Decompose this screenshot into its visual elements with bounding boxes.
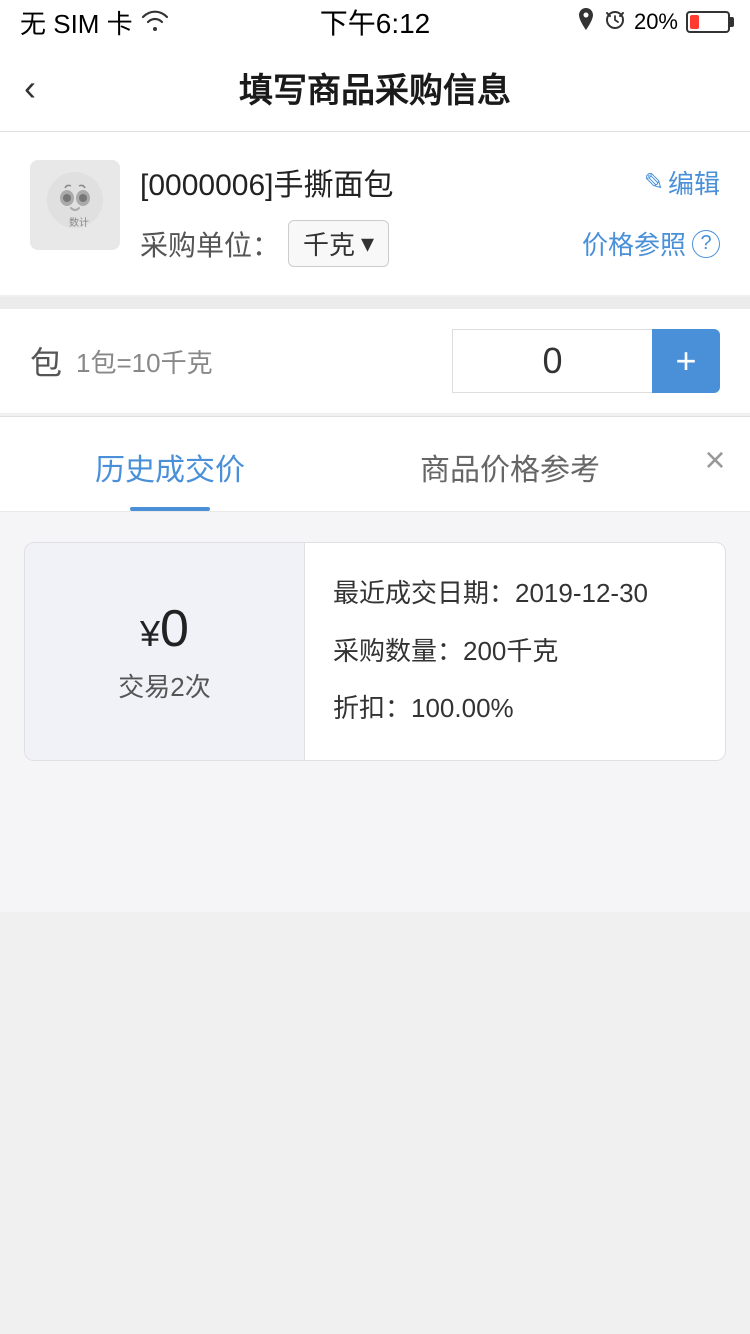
location-icon (576, 7, 596, 37)
tab-history-price[interactable]: 历史成交价 (0, 417, 340, 511)
product-thumb-icon: 数计 (45, 170, 105, 240)
price-value: 0 (160, 600, 189, 658)
discount-value: 100.00% (411, 693, 514, 723)
tab-row: 历史成交价 商品价格参考 × (0, 417, 750, 512)
quantity-plus-button[interactable]: + (652, 329, 720, 393)
product-full-name: [0000006]手撕面包 (140, 160, 393, 204)
carrier-text: 无 SIM 卡 (20, 4, 133, 41)
product-section: 数计 [0000006]手撕面包 ✎ 编辑 采购单位： 千克 ▾ (0, 132, 750, 295)
card-area: ¥0 交易2次 最近成交日期：2019-12-30 采购数量：200千克 折扣：… (0, 512, 750, 912)
section-divider (0, 297, 750, 309)
status-time: 下午6:12 (320, 2, 431, 42)
purchase-qty-label: 采购数量： (333, 636, 463, 666)
tab-price-reference[interactable]: 商品价格参考 (340, 417, 680, 511)
package-icon: 包 (30, 338, 62, 384)
product-row: 数计 [0000006]手撕面包 ✎ 编辑 采购单位： 千克 ▾ (30, 160, 720, 267)
discount-row: 折扣：100.00% (333, 688, 697, 730)
battery-icon (686, 11, 730, 33)
unit-value: 千克 (303, 225, 355, 262)
svg-text:数计: 数计 (69, 216, 89, 229)
date-row: 最近成交日期：2019-12-30 (333, 573, 697, 615)
tab-price-ref-label: 商品价格参考 (420, 454, 600, 487)
quantity-label: 包 1包=10千克 (30, 338, 213, 384)
package-convert-text: 1包=10千克 (76, 343, 213, 380)
quantity-section: 包 1包=10千克 + (0, 309, 750, 414)
purchase-qty-value: 200千克 (463, 636, 558, 666)
price-ref-label: 价格参照 (582, 225, 686, 262)
alarm-icon (604, 8, 626, 36)
status-right: 20% (576, 7, 730, 37)
unit-label-text: 采购单位： (140, 224, 280, 264)
edit-icon: ✎ (644, 168, 664, 197)
page-title: 填写商品采购信息 (239, 63, 511, 112)
history-card: ¥0 交易2次 最近成交日期：2019-12-30 采购数量：200千克 折扣：… (24, 542, 726, 761)
product-info: [0000006]手撕面包 ✎ 编辑 采购单位： 千克 ▾ 价格参照 (140, 160, 720, 267)
date-label: 最近成交日期： (333, 578, 515, 608)
back-button[interactable]: ‹ (24, 67, 36, 109)
dropdown-arrow-icon: ▾ (361, 228, 374, 259)
discount-label: 折扣： (333, 693, 411, 723)
product-thumbnail: 数计 (30, 160, 120, 250)
bottom-panel: 历史成交价 商品价格参考 × ¥0 交易2次 最近成交日期：2019-12-30… (0, 416, 750, 912)
date-value: 2019-12-30 (515, 578, 648, 608)
help-icon: ? (692, 230, 720, 258)
trade-count: 交易2次 (118, 667, 210, 704)
tab-history-label: 历史成交价 (95, 454, 245, 487)
wifi-icon (141, 7, 169, 38)
card-right: 最近成交日期：2019-12-30 采购数量：200千克 折扣：100.00% (305, 543, 725, 760)
status-left: 无 SIM 卡 (20, 4, 169, 41)
card-left: ¥0 交易2次 (25, 543, 305, 760)
unit-select-dropdown[interactable]: 千克 ▾ (288, 220, 389, 267)
quantity-row: 采购数量：200千克 (333, 631, 697, 673)
unit-label: 采购单位： 千克 ▾ (140, 220, 389, 267)
quantity-controls: + (452, 329, 720, 393)
currency-symbol: ¥ (140, 613, 160, 654)
tab-close-button[interactable]: × (680, 439, 750, 489)
unit-row: 采购单位： 千克 ▾ 价格参照 ? (140, 220, 720, 267)
battery-percent: 20% (634, 9, 678, 35)
product-name-row: [0000006]手撕面包 ✎ 编辑 (140, 160, 720, 204)
status-bar: 无 SIM 卡 下午6:12 20% (0, 0, 750, 44)
card-price: ¥0 (140, 599, 189, 659)
nav-bar: ‹ 填写商品采购信息 (0, 44, 750, 132)
edit-button[interactable]: ✎ 编辑 (644, 164, 720, 201)
edit-label: 编辑 (668, 164, 720, 201)
price-reference-button[interactable]: 价格参照 ? (582, 225, 720, 262)
quantity-input[interactable] (452, 329, 652, 393)
